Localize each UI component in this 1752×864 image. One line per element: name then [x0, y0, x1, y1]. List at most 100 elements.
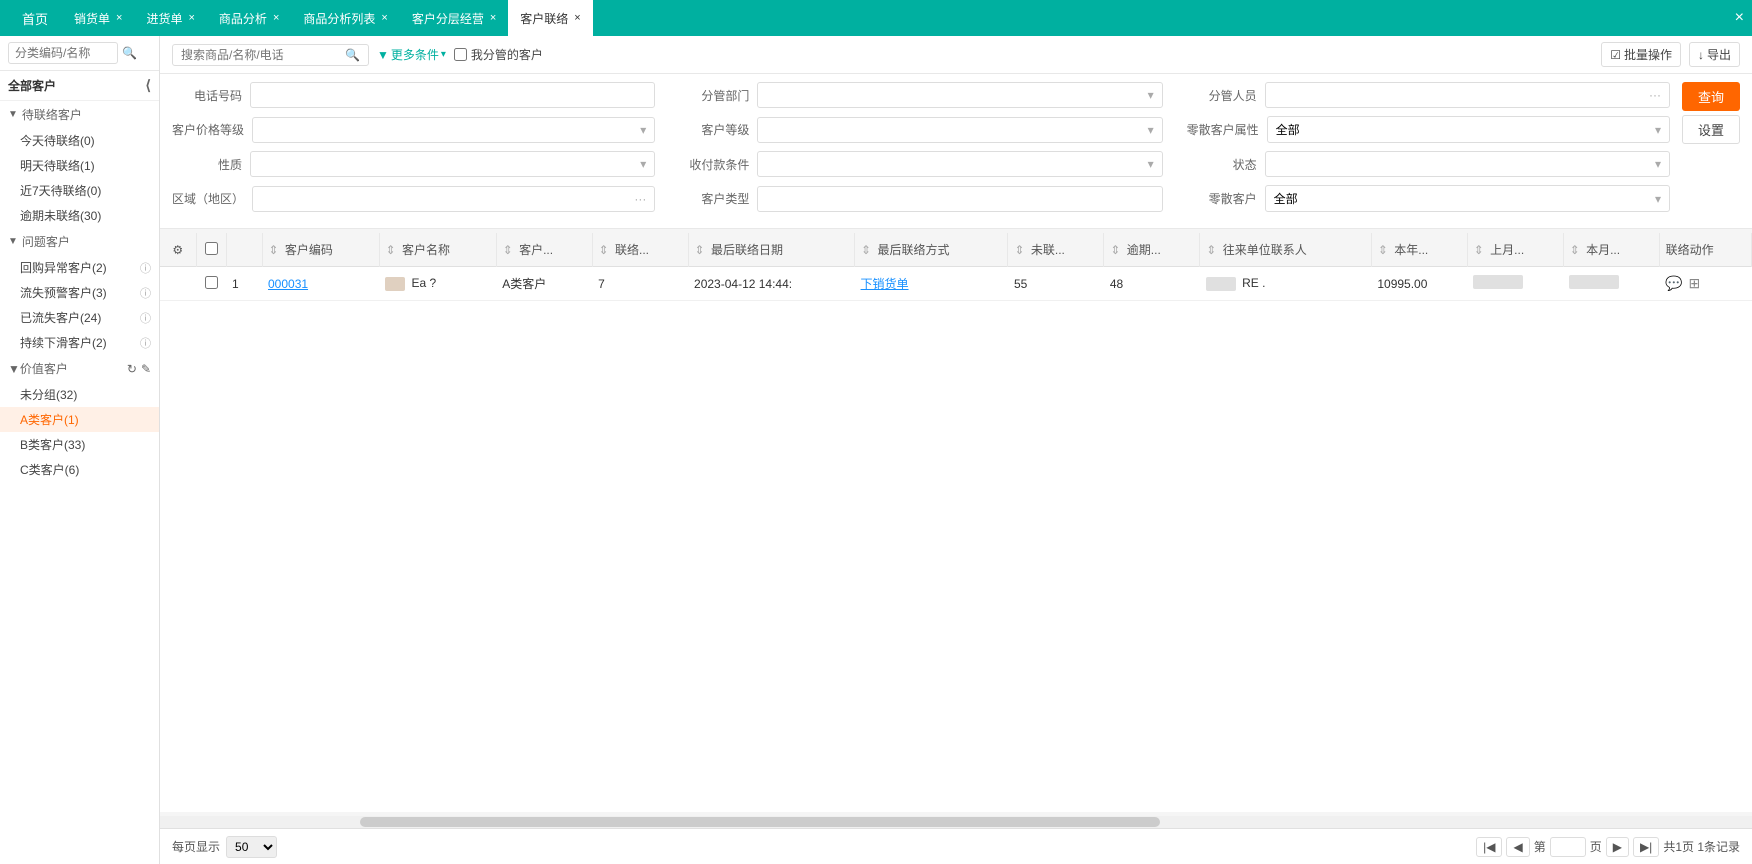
- value-group-header[interactable]: ▼ 价值客户 ↻ ✎: [0, 355, 159, 382]
- refresh-icon[interactable]: ↻: [127, 362, 137, 376]
- row-gear: [160, 267, 196, 301]
- this-month-placeholder: [1569, 275, 1619, 289]
- dept-select[interactable]: ▾: [757, 82, 1162, 108]
- tab-purchase[interactable]: 进货单 ×: [134, 0, 206, 36]
- col-company-contact[interactable]: ⇕ 往来单位联系人: [1200, 233, 1372, 267]
- close-purchase-tab[interactable]: ×: [188, 12, 194, 24]
- sidebar-item-tomorrow[interactable]: 明天待联络(1): [0, 153, 159, 178]
- batch-op-button[interactable]: ☑ 批量操作: [1601, 42, 1681, 67]
- sidebar-item-today[interactable]: 今天待联络(0): [0, 128, 159, 153]
- area-dots-icon[interactable]: ···: [634, 192, 646, 206]
- horizontal-scrollbar[interactable]: [160, 816, 1752, 828]
- col-not-contacted[interactable]: ⇕ 未联...: [1008, 233, 1104, 267]
- col-contact-action: 联络动作: [1659, 233, 1751, 267]
- col-this-month[interactable]: ⇕ 本月...: [1563, 233, 1659, 267]
- status-select[interactable]: ▾: [1265, 151, 1670, 177]
- prev-page-button[interactable]: ◀: [1506, 837, 1529, 857]
- filter-search-input[interactable]: [181, 48, 341, 62]
- chevron-down-icon: ▾: [441, 49, 446, 60]
- retail-select[interactable]: 全部 ▾: [1265, 185, 1670, 212]
- col-last-month[interactable]: ⇕ 上月...: [1467, 233, 1563, 267]
- col-customer-name[interactable]: ⇕ 客户名称: [379, 233, 496, 267]
- col-gear[interactable]: ⚙: [160, 233, 196, 267]
- scrollbar-thumb[interactable]: [360, 817, 1160, 827]
- col-last-contact-method[interactable]: ⇕ 最后联络方式: [855, 233, 1008, 267]
- sidebar-item-repurchase-abnormal[interactable]: 回购异常客户(2) ⓘ: [0, 255, 159, 280]
- pending-triangle-icon: ▼: [8, 109, 18, 120]
- retail-attr-select[interactable]: 全部 ▾: [1267, 116, 1670, 143]
- sidebar-item-class-c[interactable]: C类客户(6): [0, 457, 159, 482]
- sidebar-search-icon[interactable]: 🔍: [122, 46, 137, 60]
- first-page-button[interactable]: |◀: [1476, 837, 1502, 857]
- next-page-button[interactable]: ▶: [1606, 837, 1629, 857]
- home-tab[interactable]: 首页: [8, 9, 62, 28]
- chat-icon[interactable]: 💬: [1665, 275, 1682, 292]
- conditions-row-1: 电话号码 分管部门 ▾ 分管人员: [172, 82, 1670, 108]
- filter-search-icon[interactable]: 🔍: [345, 48, 360, 62]
- settings-button[interactable]: 设置: [1682, 115, 1740, 144]
- area-select[interactable]: ···: [252, 186, 655, 212]
- close-customer-contact-tab[interactable]: ×: [574, 12, 580, 24]
- row-checkbox[interactable]: [205, 276, 218, 289]
- my-customers-checkbox[interactable]: [454, 48, 467, 61]
- more-conditions-button[interactable]: ▼ 更多条件 ▾: [377, 46, 446, 63]
- tab-product-analysis[interactable]: 商品分析 ×: [207, 0, 291, 36]
- close-customer-layer-tab[interactable]: ×: [490, 12, 496, 24]
- tab-customer-layer[interactable]: 客户分层经营 ×: [400, 0, 508, 36]
- customer-level-select[interactable]: ▾: [757, 117, 1162, 143]
- col-contact[interactable]: ⇕ 联络...: [592, 233, 688, 267]
- sidebar: 🔍 全部客户 ⟨ ▼ 待联络客户 今天待联络(0) 明天待联络(1) 近7天待联…: [0, 36, 160, 864]
- sidebar-search-input[interactable]: [8, 42, 118, 64]
- page-number-input[interactable]: 1: [1550, 837, 1586, 857]
- col-overdue[interactable]: ⇕ 逾期...: [1104, 233, 1200, 267]
- sidebar-item-overdue[interactable]: 逾期未联络(30): [0, 203, 159, 228]
- col-last-contact-date[interactable]: ⇕ 最后联络日期: [688, 233, 855, 267]
- customer-type-label: 客户类型: [679, 190, 749, 207]
- problem-group-header[interactable]: ▼ 问题客户: [0, 228, 159, 255]
- sidebar-item-churn-warning[interactable]: 流失预警客户(3) ⓘ: [0, 280, 159, 305]
- person-dots-icon[interactable]: ···: [1649, 88, 1661, 102]
- edit-icon[interactable]: ✎: [141, 362, 151, 376]
- customer-type-input[interactable]: [757, 186, 1162, 212]
- payment-select[interactable]: ▾: [757, 151, 1162, 177]
- sidebar-item-class-a[interactable]: A类客户(1): [0, 407, 159, 432]
- query-button[interactable]: 查询: [1682, 82, 1740, 111]
- global-close-button[interactable]: ×: [1735, 9, 1744, 27]
- col-checkbox: [196, 233, 226, 267]
- row-customer-code[interactable]: 000031: [262, 267, 379, 301]
- tab-sales[interactable]: 销货单 ×: [62, 0, 134, 36]
- sidebar-item-unclassified[interactable]: 未分组(32): [0, 382, 159, 407]
- value-triangle-icon: ▼: [8, 362, 20, 376]
- sidebar-item-declining[interactable]: 持续下滑客户(2) ⓘ: [0, 330, 159, 355]
- price-level-select[interactable]: ▾: [252, 117, 655, 143]
- col-this-year[interactable]: ⇕ 本年...: [1371, 233, 1467, 267]
- nature-select[interactable]: ▾: [250, 151, 655, 177]
- per-page-select[interactable]: 10 20 50 100: [226, 836, 277, 858]
- close-product-list-tab[interactable]: ×: [381, 12, 387, 24]
- sidebar-item-7days[interactable]: 近7天待联络(0): [0, 178, 159, 203]
- main-layout: 🔍 全部客户 ⟨ ▼ 待联络客户 今天待联络(0) 明天待联络(1) 近7天待联…: [0, 36, 1752, 864]
- pending-group-header[interactable]: ▼ 待联络客户: [0, 101, 159, 128]
- content-area: 🔍 ▼ 更多条件 ▾ 我分管的客户 ☑ 批量操作 ↓ 导出: [160, 36, 1752, 864]
- person-input[interactable]: ···: [1265, 82, 1670, 108]
- tab-customer-contact[interactable]: 客户联络 ×: [508, 0, 592, 36]
- tab-product-analysis-list[interactable]: 商品分析列表 ×: [291, 0, 399, 36]
- last-page-button[interactable]: ▶|: [1633, 837, 1659, 857]
- close-product-analysis-tab[interactable]: ×: [273, 12, 279, 24]
- filter-icon: ▼: [377, 48, 389, 62]
- close-sales-tab[interactable]: ×: [116, 12, 122, 24]
- col-customer-type[interactable]: ⇕ 客户...: [496, 233, 592, 267]
- col-seq: [226, 233, 262, 267]
- sidebar-item-class-b[interactable]: B类客户(33): [0, 432, 159, 457]
- col-customer-code[interactable]: ⇕ 客户编码: [262, 233, 379, 267]
- export-button[interactable]: ↓ 导出: [1689, 42, 1740, 67]
- sidebar-all-customers[interactable]: 全部客户 ⟨: [0, 71, 159, 101]
- table-header-row: ⚙ ⇕ 客户编码 ⇕ 客户名称: [160, 233, 1752, 267]
- problem-triangle-icon: ▼: [8, 236, 18, 247]
- my-customers-checkbox-label[interactable]: 我分管的客户: [454, 46, 543, 63]
- grid-icon[interactable]: ⊞: [1689, 275, 1701, 292]
- select-all-checkbox[interactable]: [205, 242, 218, 255]
- phone-input[interactable]: [250, 82, 655, 108]
- dept-label: 分管部门: [679, 87, 749, 104]
- sidebar-item-churned[interactable]: 已流失客户(24) ⓘ: [0, 305, 159, 330]
